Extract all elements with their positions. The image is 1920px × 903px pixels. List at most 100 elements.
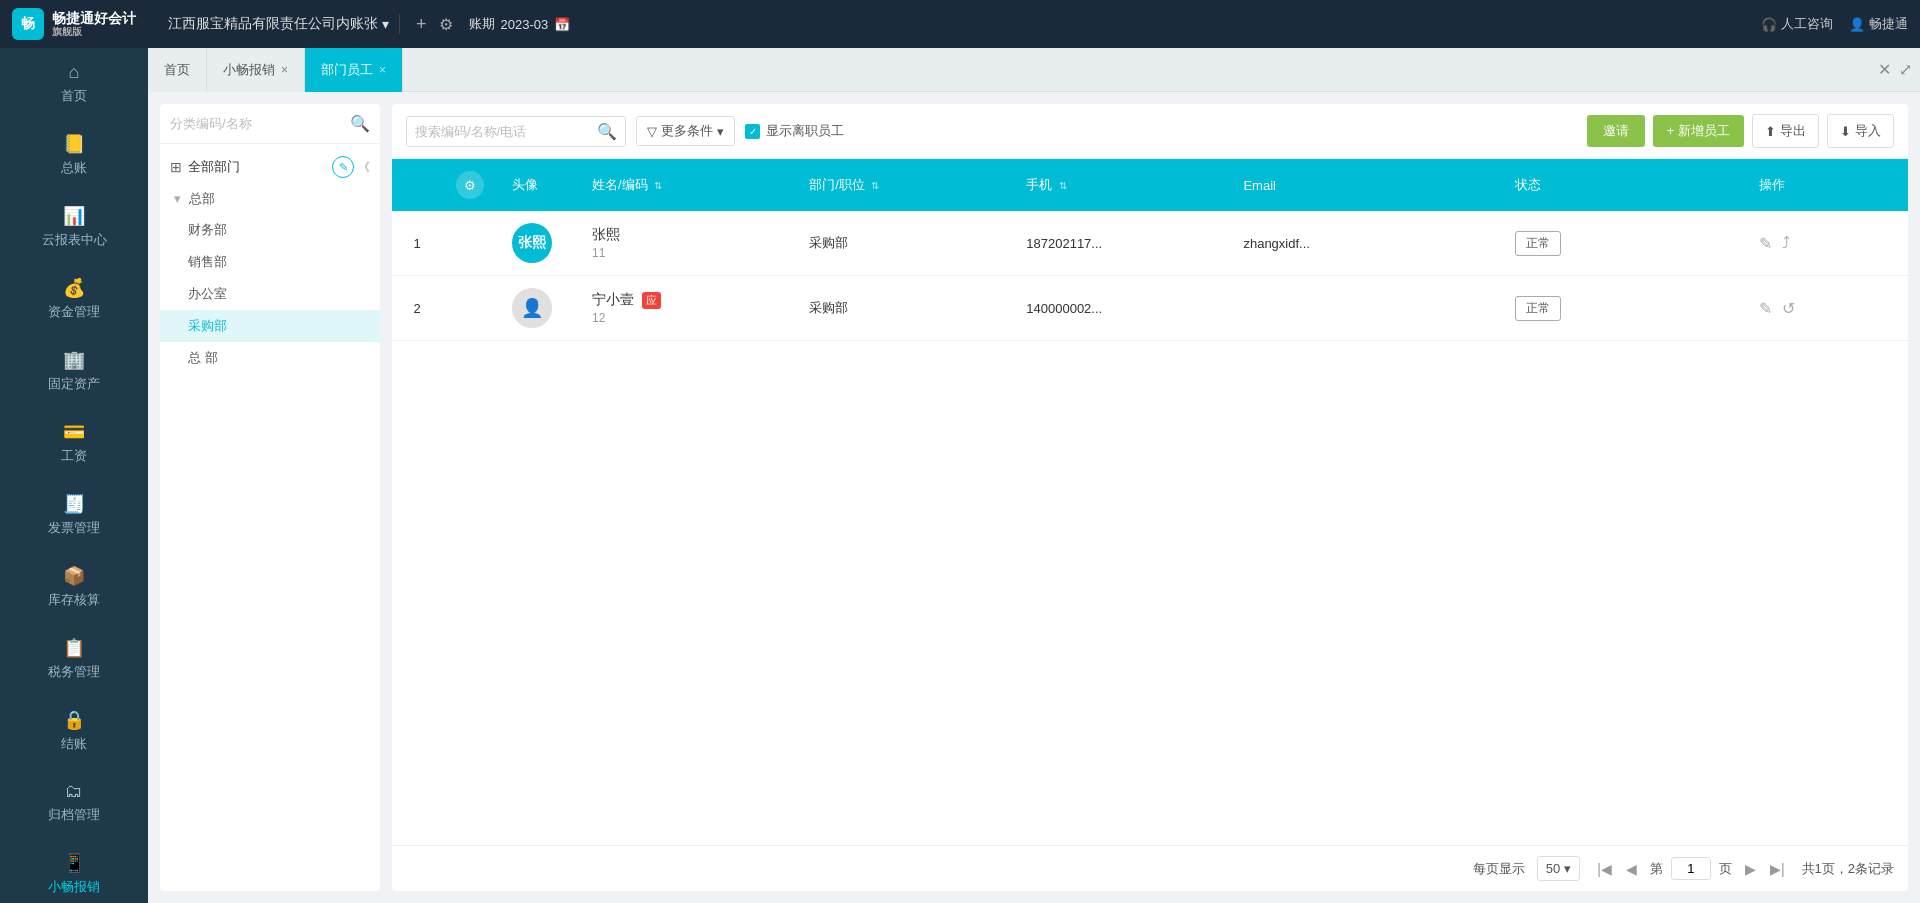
sidebar-item-tax[interactable]: 📋 税务管理 [0, 623, 148, 695]
dept-group-zongbu[interactable]: ▾ 总部 [160, 184, 380, 214]
sidebar-item-reports[interactable]: 📊 云报表中心 [0, 191, 148, 263]
show-resigned-toggle[interactable]: ✓ 显示离职员工 [745, 122, 844, 140]
table-row: 1 张熙 张熙 [392, 211, 1908, 276]
th-name[interactable]: 姓名/编码 ⇅ [578, 159, 795, 211]
first-page-button[interactable]: |◀ [1592, 859, 1617, 879]
page-summary: 共1页，2条记录 [1802, 860, 1894, 878]
xiaochang-icon: 📱 [63, 852, 85, 874]
emp-search-box: 🔍 [406, 116, 626, 147]
topbar: 畅 畅捷通好会计 旗舰版 江西服宝精品有限责任公司内账张 ▾ + ⚙ 账期 20… [0, 0, 1920, 48]
period-selector[interactable]: 账期 2023-03 📅 [469, 15, 571, 33]
dept-node-bangong[interactable]: 办公室 [160, 278, 380, 310]
page-label: 页 [1719, 860, 1732, 878]
table-head: ⚙ 头像 姓名/编码 ⇅ [392, 159, 1908, 211]
table-settings-button[interactable]: ⚙ [456, 171, 484, 199]
emp-search-input[interactable] [415, 124, 591, 139]
row2-refresh-button[interactable]: ↺ [1782, 299, 1795, 318]
prev-page-button[interactable]: ◀ [1621, 859, 1642, 879]
tab-xiaochang[interactable]: 小畅报销 × [207, 48, 305, 92]
tax-icon: 📋 [63, 637, 85, 659]
row1-avatar: 张熙 [512, 223, 552, 263]
employee-table: ⚙ 头像 姓名/编码 ⇅ [392, 159, 1908, 341]
th-avatar: 头像 [498, 159, 578, 211]
phone-sort-icon: ⇅ [1059, 180, 1067, 191]
row1-action-cell: ✎ ⤴ [1745, 211, 1908, 276]
row1-name-code: 张熙 11 [592, 226, 781, 260]
th-index [392, 159, 442, 211]
row1-avatar-cell: 张熙 [498, 211, 578, 276]
emp-toolbar: 🔍 ▽ 更多条件 ▾ ✓ 显示离职员工 邀请 [392, 104, 1908, 159]
row2-status-badge: 正常 [1515, 296, 1561, 321]
row2-index: 2 [392, 276, 442, 341]
sidebar: ⌂ 首页 📒 总账 📊 云报表中心 💰 资金管理 🏢 固定资产 💳 工资 🧾 发… [0, 48, 148, 903]
dept-node-caiwu[interactable]: 财务部 [160, 214, 380, 246]
row2-edit-button[interactable]: ✎ [1759, 299, 1772, 318]
next-page-button[interactable]: ▶ [1740, 859, 1761, 879]
user-menu[interactable]: 👤 畅捷通 [1849, 15, 1908, 33]
dept-search-icon[interactable]: 🔍 [350, 114, 370, 133]
dept-sort-icon: ⇅ [871, 180, 879, 191]
th-email: Email [1229, 159, 1500, 211]
dept-all-header[interactable]: ⊞ 全部部门 ✎ 《 [160, 150, 380, 184]
content-area: 首页 小畅报销 × 部门员工 × ✕ ⤢ 🔍 [148, 48, 1920, 903]
tab-xiaochang-close[interactable]: × [281, 63, 288, 77]
tab-home[interactable]: 首页 [148, 48, 207, 92]
row1-index: 1 [392, 211, 442, 276]
last-page-button[interactable]: ▶| [1765, 859, 1790, 879]
add-employee-button[interactable]: + 新增员工 [1653, 115, 1744, 147]
sidebar-item-fixed-assets[interactable]: 🏢 固定资产 [0, 335, 148, 407]
th-dept[interactable]: 部门/职位 ⇅ [795, 159, 1012, 211]
close-period-icon: 🔒 [63, 709, 85, 731]
sidebar-item-xiaochang[interactable]: 📱 小畅报销 [0, 838, 148, 903]
th-status: 状态 [1501, 159, 1745, 211]
filter-chevron-icon: ▾ [717, 124, 724, 139]
home-icon: ⌂ [69, 62, 80, 83]
sidebar-item-close[interactable]: 🔒 结账 [0, 695, 148, 767]
add-company-button[interactable]: + [416, 14, 427, 35]
row1-name-cell: 张熙 11 [578, 211, 795, 276]
page-number-input[interactable] [1671, 857, 1711, 880]
th-phone[interactable]: 手机 ⇅ [1012, 159, 1229, 211]
table-body: 1 张熙 张熙 [392, 211, 1908, 341]
filter-button[interactable]: ▽ 更多条件 ▾ [636, 116, 735, 146]
sidebar-item-capital[interactable]: 💰 资金管理 [0, 263, 148, 335]
logo-sub-text: 旗舰版 [52, 26, 136, 38]
maximize-window-button[interactable]: ⤢ [1899, 60, 1912, 79]
row1-edit-button[interactable]: ✎ [1759, 234, 1772, 253]
emp-search-icon[interactable]: 🔍 [597, 122, 617, 141]
sidebar-item-inventory[interactable]: 📦 库存核算 [0, 551, 148, 623]
sidebar-item-invoice[interactable]: 🧾 发票管理 [0, 479, 148, 551]
tab-dept-emp[interactable]: 部门员工 × [305, 48, 403, 92]
th-settings: ⚙ [442, 159, 498, 211]
row1-exit-button[interactable]: ⤴ [1782, 234, 1790, 252]
capital-icon: 💰 [63, 277, 85, 299]
sidebar-item-label: 库存核算 [48, 591, 100, 609]
sidebar-item-salary[interactable]: 💳 工资 [0, 407, 148, 479]
fixed-assets-icon: 🏢 [63, 349, 85, 371]
company-selector[interactable]: 江西服宝精品有限责任公司内账张 ▾ [168, 15, 389, 33]
export-button[interactable]: ⬆ 导出 [1752, 114, 1819, 148]
dept-node-caigou[interactable]: 采购部 [160, 310, 380, 342]
logo-text: 畅捷通好会计 旗舰版 [52, 10, 136, 39]
show-resigned-checkbox[interactable]: ✓ [745, 124, 760, 139]
sidebar-item-archive[interactable]: 🗂 归档管理 [0, 767, 148, 838]
close-window-button[interactable]: ✕ [1878, 60, 1891, 79]
row2-dept-cell: 采购部 [795, 276, 1012, 341]
tab-dept-emp-close[interactable]: × [379, 63, 386, 77]
import-button[interactable]: ⬇ 导入 [1827, 114, 1894, 148]
service-button[interactable]: 🎧 人工咨询 [1761, 15, 1833, 33]
row1-dept-cell: 采购部 [795, 211, 1012, 276]
sidebar-item-home[interactable]: ⌂ 首页 [0, 48, 148, 119]
sidebar-item-label: 小畅报销 [48, 878, 100, 896]
dept-node-zong[interactable]: 总 部 [160, 342, 380, 374]
dept-collapse-button[interactable]: 《 [358, 159, 370, 176]
dept-node-xiaoshou[interactable]: 销售部 [160, 246, 380, 278]
dept-edit-button[interactable]: ✎ [332, 156, 354, 178]
page-size-select[interactable]: 50 ▾ [1537, 856, 1580, 881]
dept-search-input[interactable] [170, 116, 344, 131]
topbar-divider [399, 14, 400, 34]
invite-button[interactable]: 邀请 [1587, 115, 1645, 147]
sidebar-item-ledger[interactable]: 📒 总账 [0, 119, 148, 191]
settings-icon[interactable]: ⚙ [439, 15, 453, 34]
page-size-label: 每页显示 [1473, 860, 1525, 878]
